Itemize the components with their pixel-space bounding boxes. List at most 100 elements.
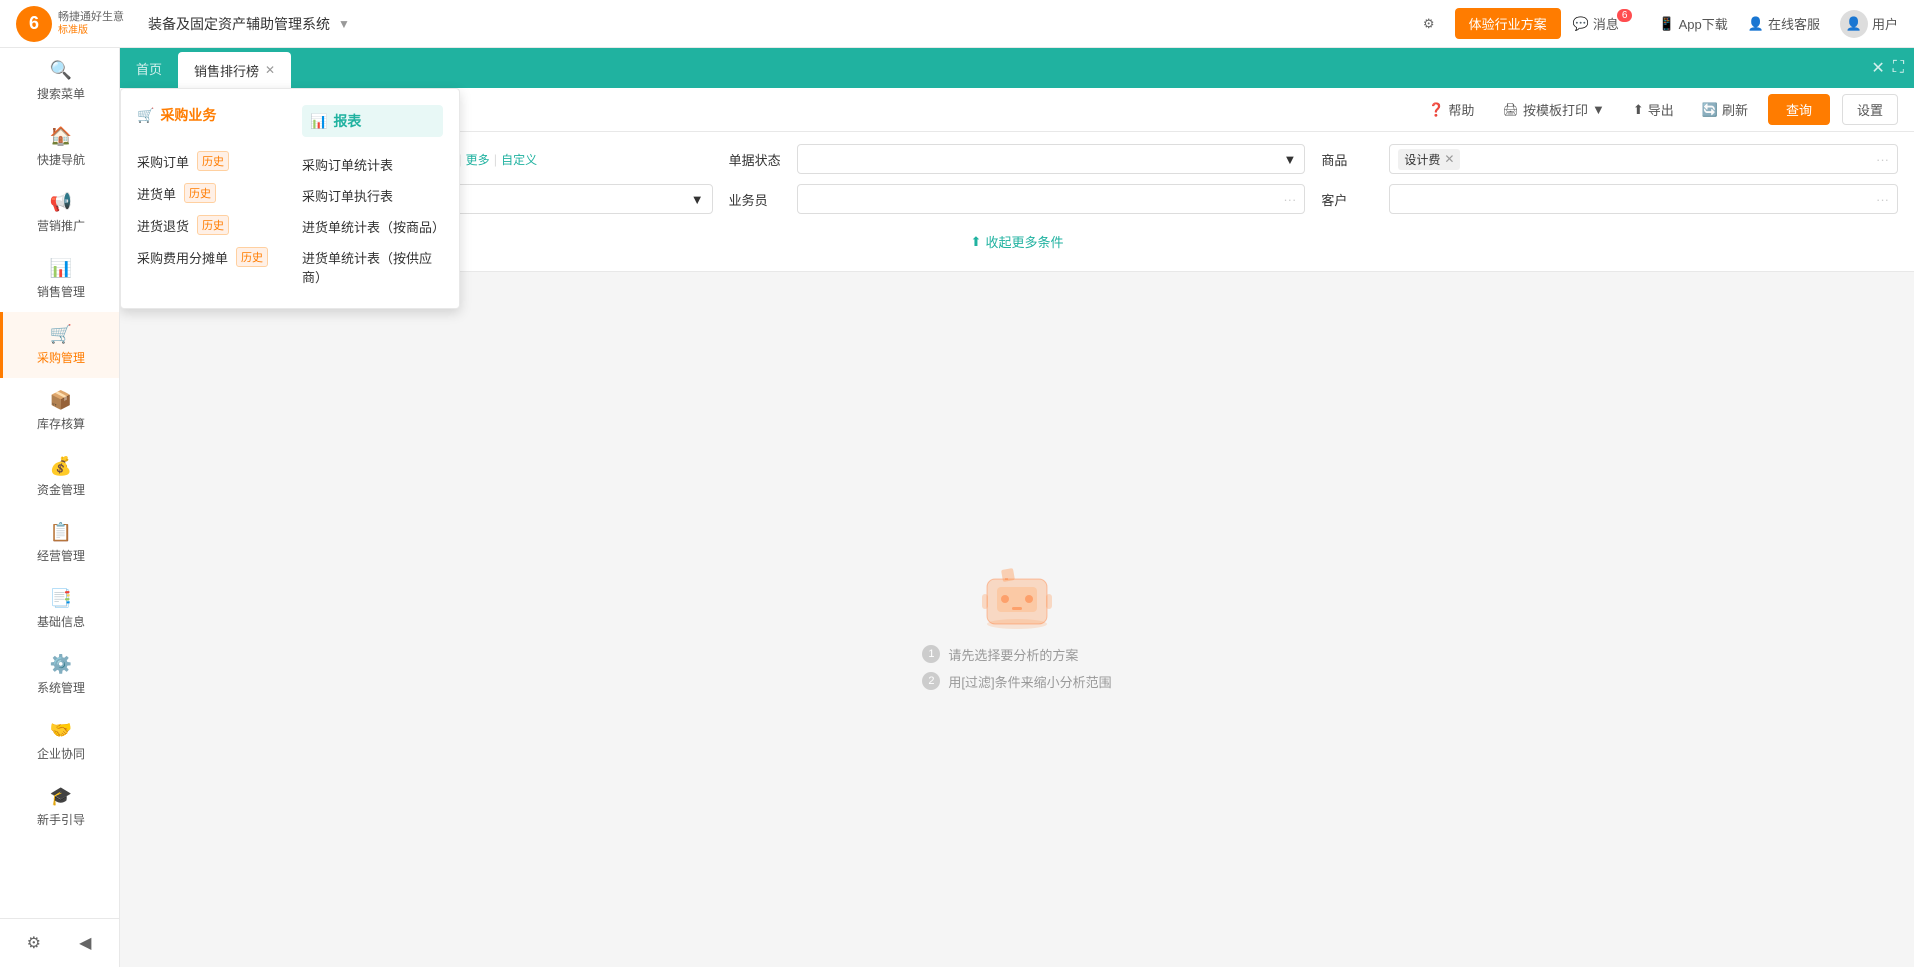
menu-item-inbound-stats-goods[interactable]: 进货单统计表（按商品） (302, 211, 443, 242)
goods-label: 商品 (1321, 150, 1381, 169)
filter-salesperson: 业务员 ··· (729, 184, 1306, 214)
purchase-menu-section: 🛒 采购业务 采购订单 历史 进货单 历史 进货退货 历史 (137, 105, 278, 292)
operations-icon: 📋 (50, 522, 72, 543)
settings-icon[interactable]: ⚙ (1415, 10, 1443, 38)
doc-status-label: 单据状态 (729, 150, 789, 169)
sales-icon: 📊 (50, 258, 72, 279)
logo-icon: 6 (16, 6, 52, 42)
message-button[interactable]: 💬 消息 6 (1573, 14, 1639, 33)
goods-select[interactable]: 设计费 ✕ ··· (1389, 144, 1898, 174)
purchase-icon: 🛒 (50, 324, 72, 345)
sidebar-item-sales[interactable]: 📊 销售管理 (0, 246, 119, 312)
tab-bar-wrapper: 首页 销售排行榜 ✕ ✕ ⛶ 🛒 采购业务 (120, 48, 1914, 88)
sidebar-collapse-button[interactable]: ◀ (69, 927, 101, 959)
sidebar-item-basic[interactable]: 📑 基础信息 (0, 576, 119, 642)
sidebar-item-search[interactable]: 🔍 搜索菜单 (0, 48, 119, 114)
finance-icon: 💰 (50, 456, 72, 477)
sidebar-item-system[interactable]: ⚙️ 系统管理 (0, 642, 119, 708)
user-avatar: 👤 (1840, 10, 1868, 38)
sidebar-item-inventory[interactable]: 📦 库存核算 (0, 378, 119, 444)
date-preset-custom[interactable]: 自定义 (501, 151, 537, 168)
message-badge: 6 (1617, 9, 1633, 22)
help-icon: ❓ (1428, 102, 1444, 118)
app-download-button[interactable]: 📱 App下载 (1658, 14, 1727, 33)
print-dropdown-icon: ▼ (1592, 102, 1605, 117)
sidebar-item-marketing[interactable]: 📢 营销推广 (0, 180, 119, 246)
message-icon: 💬 (1573, 16, 1589, 32)
date-preset-more[interactable]: 更多 (466, 151, 490, 168)
sidebar-item-purchase[interactable]: 🛒 采购管理 (0, 312, 119, 378)
empty-step-2: 2 用[过滤]条件来缩小分析范围 (922, 672, 1111, 691)
system-name: 装备及固定资产辅助管理系统 ▼ (148, 14, 1403, 34)
export-icon: ⬆ (1633, 102, 1644, 118)
online-service-button[interactable]: 👤 在线客服 (1748, 14, 1820, 33)
filter-doc-status: 单据状态 ▼ (729, 144, 1306, 174)
header-right: 💬 消息 6 📱 App下载 👤 在线客服 👤 用户 (1573, 10, 1898, 38)
refresh-button[interactable]: 🔄 刷新 (1694, 96, 1756, 123)
basic-icon: 📑 (50, 588, 72, 609)
customer-label: 客户 (1321, 190, 1381, 209)
filter-customer: 客户 ··· (1321, 184, 1898, 214)
tab-home[interactable]: 首页 (120, 48, 178, 88)
settings-button[interactable]: 设置 (1842, 94, 1898, 125)
main-layout: 🔍 搜索菜单 🏠 快捷导航 📢 营销推广 📊 销售管理 🛒 采购管理 📦 库存核… (0, 48, 1914, 967)
sidebar-item-guide[interactable]: 🎓 新手引导 (0, 774, 119, 840)
industry-button[interactable]: 体验行业方案 (1455, 8, 1561, 39)
home-icon: 🏠 (50, 126, 72, 147)
query-button[interactable]: 查询 (1768, 94, 1830, 125)
doc-status-dropdown-icon: ▼ (1283, 152, 1296, 167)
salesperson-label: 业务员 (729, 190, 789, 209)
sidebar: 🔍 搜索菜单 🏠 快捷导航 📢 营销推广 📊 销售管理 🛒 采购管理 📦 库存核… (0, 48, 120, 967)
doc-status-select[interactable]: ▼ (797, 144, 1306, 174)
export-button[interactable]: ⬆ 导出 (1625, 96, 1682, 123)
sidebar-item-operations[interactable]: 📋 经营管理 (0, 510, 119, 576)
menu-item-purchase-order-stats[interactable]: 采购订单统计表 (302, 149, 443, 180)
print-icon: 🖨 (1502, 102, 1519, 118)
sidebar-item-enterprise[interactable]: 🤝 企业协同 (0, 708, 119, 774)
menu-item-inbound-stats-supplier[interactable]: 进货单统计表（按供应商） (302, 242, 443, 292)
user-menu-button[interactable]: 👤 用户 (1840, 10, 1898, 38)
phone-icon: 📱 (1658, 16, 1674, 32)
sidebar-item-finance[interactable]: 💰 资金管理 (0, 444, 119, 510)
menu-item-purchase-order[interactable]: 采购订单 历史 (137, 145, 278, 177)
tab-close-action[interactable]: ✕ (1871, 58, 1884, 78)
salesperson-select[interactable]: ··· (797, 184, 1306, 214)
logo-area: 6 畅捷通好生意 标准版 (16, 6, 136, 42)
system-dropdown-arrow[interactable]: ▼ (338, 17, 350, 31)
report-section-title: 📊 报表 (302, 105, 443, 137)
help-button[interactable]: ❓ 帮助 (1420, 96, 1482, 123)
empty-step-1: 1 请先选择要分析的方案 (922, 645, 1111, 664)
purchase-menu-icon: 🛒 (137, 107, 154, 124)
menu-item-inbound-return[interactable]: 进货退货 历史 (137, 209, 278, 241)
empty-state: 1 请先选择要分析的方案 2 用[过滤]条件来缩小分析范围 (922, 549, 1111, 691)
tab-close-button[interactable]: ✕ (265, 63, 275, 77)
menu-item-inbound[interactable]: 进货单 历史 (137, 177, 278, 209)
history-tag-3: 历史 (236, 247, 268, 267)
menu-item-purchase-order-exec[interactable]: 采购订单执行表 (302, 180, 443, 211)
tab-sales-rank[interactable]: 销售排行榜 ✕ (178, 52, 291, 88)
sidebar-settings-button[interactable]: ⚙ (18, 927, 50, 959)
filter-goods: 商品 设计费 ✕ ··· (1321, 144, 1898, 174)
inventory-icon: 📦 (50, 390, 72, 411)
enterprise-icon: 🤝 (50, 720, 72, 741)
purchase-section-title: 🛒 采购业务 (137, 105, 278, 133)
goods-tag: 设计费 ✕ (1398, 149, 1460, 170)
menu-item-purchase-expense[interactable]: 采购费用分摊单 历史 (137, 241, 278, 273)
refresh-icon: 🔄 (1702, 102, 1718, 118)
customer-select[interactable]: ··· (1389, 184, 1898, 214)
sidebar-item-quick-nav[interactable]: 🏠 快捷导航 (0, 114, 119, 180)
tab-expand-action[interactable]: ⛶ (1893, 59, 1904, 77)
tab-bar: 首页 销售排行榜 ✕ ✕ ⛶ (120, 48, 1914, 88)
report-menu-section: 📊 报表 采购订单统计表 采购订单执行表 进货单统计表（按商品） 进货单统计表（… (302, 105, 443, 292)
system-icon: ⚙️ (50, 654, 72, 675)
empty-steps: 1 请先选择要分析的方案 2 用[过滤]条件来缩小分析范围 (922, 645, 1111, 691)
rank-dropdown-icon: ▼ (691, 192, 704, 207)
print-button[interactable]: 🖨 按模板打印 ▼ (1494, 96, 1612, 123)
goods-tag-close[interactable]: ✕ (1444, 152, 1454, 166)
collapse-icon: ⬆ (971, 234, 982, 250)
history-tag-0: 历史 (197, 151, 229, 171)
tab-bar-actions: ✕ ⛶ (1871, 58, 1914, 78)
report-menu-icon: 📊 (310, 113, 327, 130)
main-content: 1 请先选择要分析的方案 2 用[过滤]条件来缩小分析范围 (120, 272, 1914, 967)
history-tag-1: 历史 (184, 183, 216, 203)
